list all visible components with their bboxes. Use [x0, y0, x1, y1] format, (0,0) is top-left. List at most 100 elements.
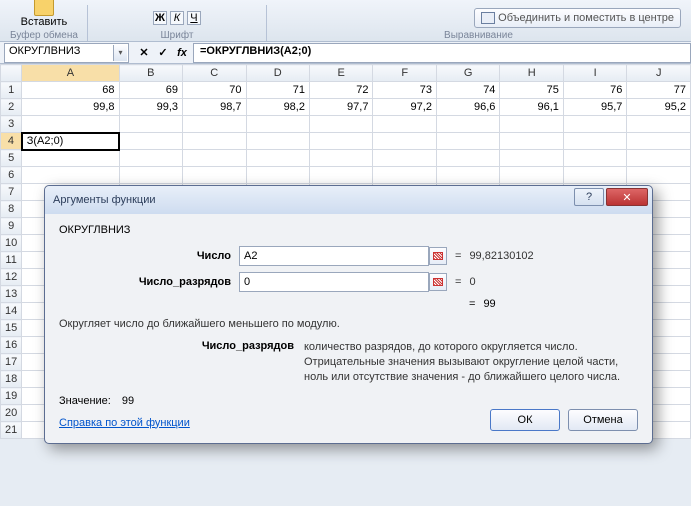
row-header[interactable]: 11 [1, 252, 22, 269]
cell[interactable] [309, 133, 372, 150]
merge-center-button[interactable]: Объединить и поместить в центре [474, 8, 681, 28]
cell[interactable]: 96,1 [500, 99, 563, 116]
cell[interactable] [183, 116, 246, 133]
cell[interactable] [436, 150, 499, 167]
cell[interactable] [563, 133, 626, 150]
cell[interactable]: 95,7 [563, 99, 626, 116]
cell[interactable] [246, 116, 309, 133]
col-header[interactable]: B [119, 65, 182, 82]
col-header[interactable]: H [500, 65, 563, 82]
arg1-input[interactable] [239, 246, 429, 266]
cell[interactable] [22, 150, 119, 167]
cell[interactable] [563, 167, 626, 184]
col-header[interactable]: E [309, 65, 372, 82]
row-header[interactable]: 3 [1, 116, 22, 133]
arg2-input[interactable] [239, 272, 429, 292]
formula-confirm-button[interactable]: ✓ [155, 45, 171, 61]
cell[interactable] [119, 150, 182, 167]
underline-button[interactable]: Ч [187, 11, 201, 25]
col-header[interactable]: A [22, 65, 119, 82]
cell[interactable]: 74 [436, 82, 499, 99]
cell[interactable] [373, 133, 436, 150]
ok-button[interactable]: ОК [490, 409, 560, 431]
row-header[interactable]: 2 [1, 99, 22, 116]
arg1-range-button[interactable] [429, 247, 447, 265]
col-header[interactable]: F [373, 65, 436, 82]
cell[interactable]: 71 [246, 82, 309, 99]
cell[interactable] [309, 116, 372, 133]
cell[interactable]: 98,2 [246, 99, 309, 116]
cell[interactable]: 98,7 [183, 99, 246, 116]
formula-input[interactable]: =ОКРУГЛВНИЗ(A2;0) [193, 43, 691, 63]
cell[interactable] [119, 167, 182, 184]
name-box-dropdown[interactable]: ▾ [113, 45, 127, 61]
row-header[interactable]: 5 [1, 150, 22, 167]
cell[interactable]: 70 [183, 82, 246, 99]
col-header[interactable]: D [246, 65, 309, 82]
cell[interactable] [183, 167, 246, 184]
cell[interactable] [627, 133, 691, 150]
col-header[interactable] [1, 65, 22, 82]
cell[interactable] [309, 150, 372, 167]
cell[interactable]: 77 [627, 82, 691, 99]
cell[interactable]: 97,7 [309, 99, 372, 116]
dialog-close-button[interactable]: ✕ [606, 188, 648, 206]
cell[interactable] [183, 133, 246, 150]
row-header[interactable]: 6 [1, 167, 22, 184]
row-header[interactable]: 12 [1, 269, 22, 286]
cell[interactable] [436, 133, 499, 150]
row-header[interactable]: 20 [1, 405, 22, 422]
cell[interactable] [500, 133, 563, 150]
cell[interactable] [373, 150, 436, 167]
cell[interactable] [183, 150, 246, 167]
row-header[interactable]: 18 [1, 371, 22, 388]
col-header[interactable]: C [183, 65, 246, 82]
row-header[interactable]: 16 [1, 337, 22, 354]
cell[interactable]: 99,8 [22, 99, 119, 116]
row-header[interactable]: 14 [1, 303, 22, 320]
col-header[interactable]: I [563, 65, 626, 82]
cell[interactable]: 96,6 [436, 99, 499, 116]
cell[interactable]: 95,2 [627, 99, 691, 116]
cancel-button[interactable]: Отмена [568, 409, 638, 431]
paste-button[interactable]: Вставить [17, 0, 72, 28]
cell[interactable] [22, 116, 119, 133]
cell[interactable]: 73 [373, 82, 436, 99]
row-header[interactable]: 8 [1, 201, 22, 218]
col-header[interactable]: G [436, 65, 499, 82]
cell[interactable] [246, 150, 309, 167]
row-header[interactable]: 9 [1, 218, 22, 235]
cell[interactable] [119, 133, 182, 150]
cell[interactable]: З(A2;0) [22, 133, 119, 150]
cell[interactable]: 75 [500, 82, 563, 99]
cell[interactable]: 69 [119, 82, 182, 99]
row-header[interactable]: 21 [1, 422, 22, 439]
help-link[interactable]: Справка по этой функции [59, 417, 190, 429]
row-header[interactable]: 10 [1, 235, 22, 252]
cell[interactable]: 72 [309, 82, 372, 99]
cell[interactable] [309, 167, 372, 184]
row-header[interactable]: 4 [1, 133, 22, 150]
cell[interactable] [627, 116, 691, 133]
cell[interactable] [246, 133, 309, 150]
italic-button[interactable]: К [170, 11, 184, 25]
formula-cancel-button[interactable]: ✕ [136, 45, 152, 61]
row-header[interactable]: 13 [1, 286, 22, 303]
name-box[interactable]: ОКРУГЛВНИЗ ▾ [4, 43, 129, 63]
cell[interactable] [627, 150, 691, 167]
fx-button[interactable]: fx [174, 45, 190, 61]
cell[interactable] [563, 150, 626, 167]
cell[interactable] [436, 167, 499, 184]
cell[interactable] [500, 116, 563, 133]
cell[interactable] [373, 167, 436, 184]
cell[interactable]: 99,3 [119, 99, 182, 116]
dialog-titlebar[interactable]: Аргументы функции ? ✕ [45, 186, 652, 214]
cell[interactable] [500, 150, 563, 167]
row-header[interactable]: 17 [1, 354, 22, 371]
row-header[interactable]: 15 [1, 320, 22, 337]
cell[interactable] [563, 116, 626, 133]
cell[interactable] [627, 167, 691, 184]
col-header[interactable]: J [627, 65, 691, 82]
cell[interactable]: 68 [22, 82, 119, 99]
cell[interactable] [500, 167, 563, 184]
